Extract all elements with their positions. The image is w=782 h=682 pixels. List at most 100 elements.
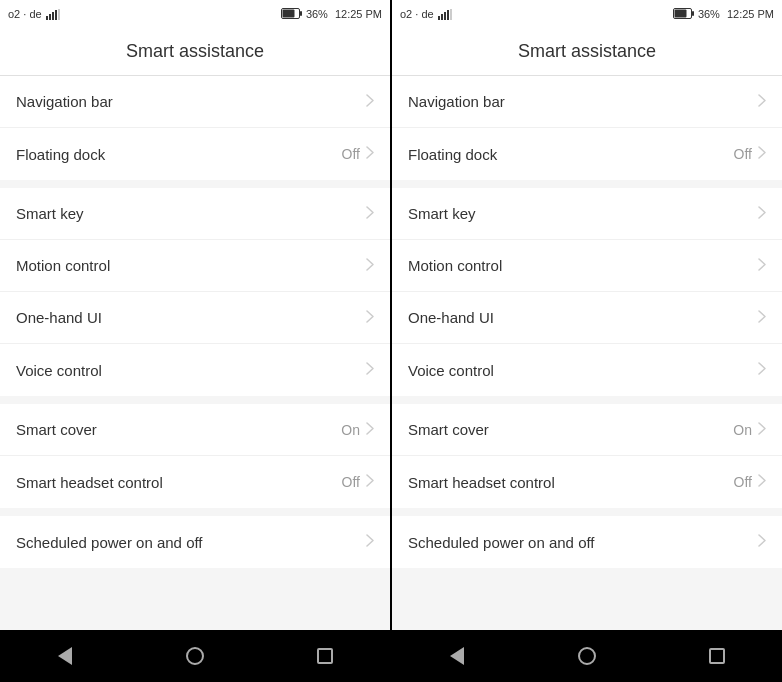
status-icons	[438, 8, 452, 20]
settings-group-0: Navigation barFloating dockOff	[392, 76, 782, 180]
chevron-right-icon	[758, 309, 766, 327]
back-icon	[450, 647, 464, 665]
item-label: Voice control	[408, 362, 494, 379]
settings-group-2: Smart cover On Smart headset controlOff	[0, 404, 390, 508]
svg-rect-2	[52, 12, 54, 20]
svg-rect-8	[438, 16, 440, 20]
item-right: On	[341, 421, 374, 439]
chevron-right-icon	[758, 361, 766, 379]
settings-item[interactable]: Smart headset controlOff	[0, 456, 390, 508]
home-icon	[186, 647, 204, 665]
chevron-right-icon	[366, 473, 374, 491]
recent-button[interactable]	[305, 636, 345, 676]
settings-item[interactable]: Motion control	[0, 240, 390, 292]
settings-list: Navigation bar Floating dock Off Smart key M…	[0, 76, 390, 630]
settings-item[interactable]: Smart key	[0, 188, 390, 240]
home-icon	[578, 647, 596, 665]
settings-item[interactable]: Floating dock Off	[0, 128, 390, 180]
settings-item[interactable]: Voice control	[0, 344, 390, 396]
item-left: Smart key	[16, 205, 84, 222]
chevron-right-icon	[758, 205, 766, 223]
svg-rect-9	[441, 14, 443, 20]
item-label: Smart key	[408, 205, 476, 222]
settings-item[interactable]: Smart headset controlOff	[392, 456, 782, 508]
svg-rect-14	[674, 9, 686, 17]
chevron-right-icon	[366, 309, 374, 327]
settings-item[interactable]: Smart cover On	[392, 404, 782, 456]
item-left: One-hand UI	[408, 309, 494, 326]
phone-panel-1: o2 · de 36% 12:25 PM	[392, 0, 782, 682]
settings-item[interactable]: One-hand UI	[0, 292, 390, 344]
recent-icon	[317, 648, 333, 664]
item-right	[758, 257, 766, 275]
item-right	[758, 205, 766, 223]
item-label: One-hand UI	[408, 309, 494, 326]
item-value: On	[733, 422, 752, 438]
settings-group-2: Smart cover On Smart headset controlOff	[392, 404, 782, 508]
settings-item[interactable]: Floating dockOff	[392, 128, 782, 180]
item-right	[366, 361, 374, 379]
battery-icon	[281, 8, 303, 21]
back-button[interactable]	[45, 636, 85, 676]
item-right	[366, 533, 374, 551]
item-right: Off	[342, 473, 374, 491]
settings-item[interactable]: Navigation bar	[392, 76, 782, 128]
item-value: Off	[342, 146, 360, 162]
back-button[interactable]	[437, 636, 477, 676]
svg-rect-11	[447, 10, 449, 20]
chevron-right-icon	[366, 533, 374, 551]
recent-button[interactable]	[697, 636, 737, 676]
time: 12:25 PM	[727, 8, 774, 20]
settings-item[interactable]: Scheduled power on and off	[392, 516, 782, 568]
settings-item[interactable]: Smart cover On	[0, 404, 390, 456]
item-label: Smart cover	[408, 421, 489, 438]
settings-item[interactable]: Voice control	[392, 344, 782, 396]
settings-group-0: Navigation bar Floating dock Off	[0, 76, 390, 180]
chevron-right-icon	[366, 421, 374, 439]
item-right	[366, 309, 374, 327]
status-carrier: o2 · de	[400, 8, 452, 20]
battery-percent: 36%	[306, 8, 328, 20]
settings-group-1: Smart key Motion control One-hand UI Voice …	[392, 188, 782, 396]
item-left: Voice control	[408, 362, 494, 379]
carrier-text: o2 · de	[400, 8, 434, 20]
settings-item[interactable]: Navigation bar	[0, 76, 390, 128]
home-button[interactable]	[175, 636, 215, 676]
chevron-right-icon	[366, 205, 374, 223]
home-button[interactable]	[567, 636, 607, 676]
item-label: Scheduled power on and off	[408, 534, 595, 551]
status-right: 36% 12:25 PM	[281, 8, 382, 21]
item-left: Smart cover	[16, 421, 97, 438]
item-right	[758, 309, 766, 327]
svg-rect-3	[55, 10, 57, 20]
settings-item[interactable]: Scheduled power on and off	[0, 516, 390, 568]
page-title: Smart assistance	[126, 41, 264, 62]
chevron-right-icon	[758, 145, 766, 163]
item-right: Off	[734, 145, 766, 163]
item-right	[758, 361, 766, 379]
settings-item[interactable]: One-hand UI	[392, 292, 782, 344]
phone-panel-0: o2 · de 36% 12:25 PM	[0, 0, 390, 682]
item-right	[758, 93, 766, 111]
item-label: Voice control	[16, 362, 102, 379]
status-right: 36% 12:25 PM	[673, 8, 774, 21]
settings-item[interactable]: Motion control	[392, 240, 782, 292]
svg-rect-7	[300, 11, 302, 16]
item-label: Floating dock	[16, 146, 105, 163]
settings-item[interactable]: Smart key	[392, 188, 782, 240]
item-left: Scheduled power on and off	[16, 534, 203, 551]
page-title: Smart assistance	[518, 41, 656, 62]
battery-percent: 36%	[698, 8, 720, 20]
chevron-right-icon	[366, 145, 374, 163]
svg-rect-12	[450, 9, 452, 20]
svg-rect-0	[46, 16, 48, 20]
time: 12:25 PM	[335, 8, 382, 20]
item-label: Scheduled power on and off	[16, 534, 203, 551]
chevron-right-icon	[758, 473, 766, 491]
item-right	[366, 93, 374, 111]
chevron-right-icon	[366, 361, 374, 379]
bottom-nav	[392, 630, 782, 682]
svg-rect-15	[692, 11, 694, 16]
settings-group-1: Smart key Motion controlOne-hand UI Voice …	[0, 188, 390, 396]
status-bar: o2 · de 36% 12:25 PM	[392, 0, 782, 28]
